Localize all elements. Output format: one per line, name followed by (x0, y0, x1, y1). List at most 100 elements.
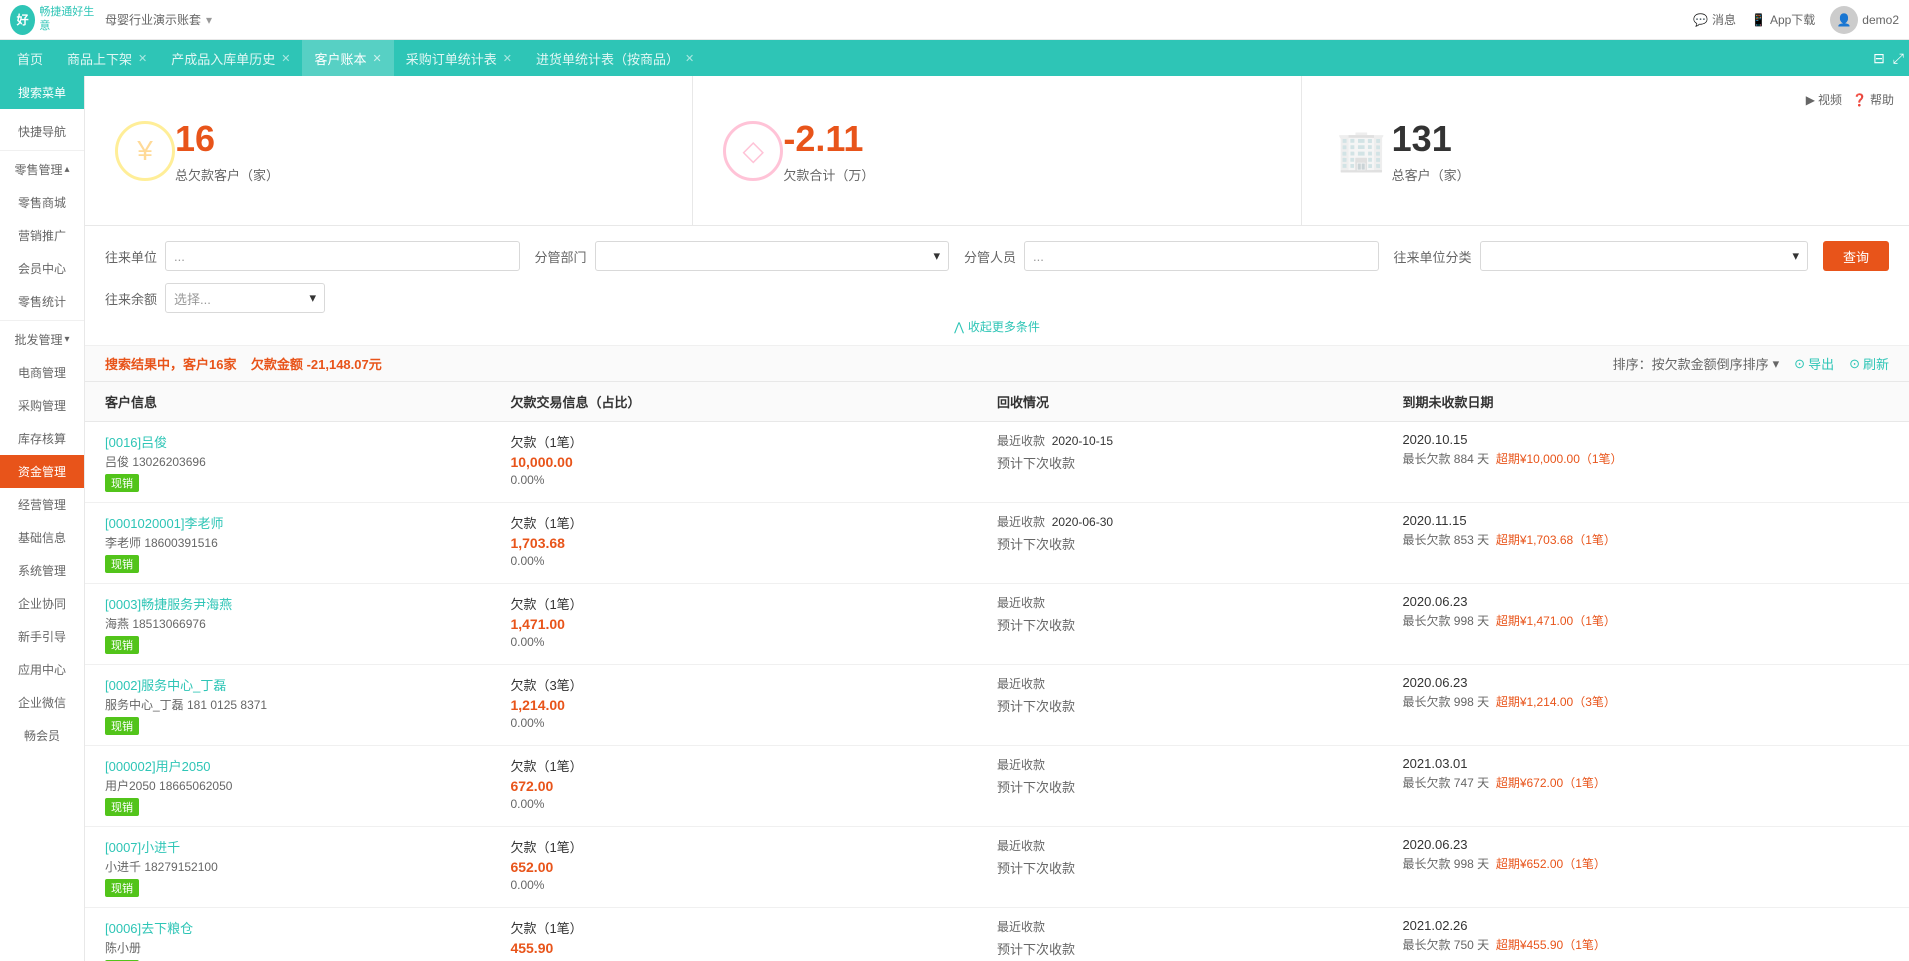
stat-card-total-customers: 🏢 131 总客户（家） ▶ 视频 ❓ 帮助 (1302, 76, 1909, 225)
date-col-6: 2021.02.26 最长欠款 750 天 超期¥455.90（1笔） (1402, 918, 1889, 953)
customer-name-3[interactable]: [0002]服务中心_丁磊 (105, 675, 510, 694)
sidebar-item-app-center[interactable]: 应用中心 (0, 653, 84, 686)
filter-balance: 往来余额 选择... (105, 283, 325, 313)
sidebar-item-retail-mgmt[interactable]: 零售管理 ▴ (0, 153, 84, 186)
tab-close-customer-account[interactable]: ✕ (373, 52, 382, 65)
debt-count-0: 欠款（1笔） (510, 432, 997, 451)
search-button[interactable]: 查询 (1823, 241, 1889, 271)
filter-dept-select[interactable] (595, 241, 949, 271)
overdue-link-5[interactable]: 超期¥652.00（1笔） (1496, 857, 1606, 871)
sidebar-item-finance[interactable]: 资金管理 (0, 455, 84, 488)
sidebar-item-batch-mgmt[interactable]: 批发管理 ▾ (0, 323, 84, 356)
sidebar-item-enterprise-wechat[interactable]: 企业微信 (0, 686, 84, 719)
overdue-link-0[interactable]: 超期¥10,000.00（1笔） (1496, 452, 1623, 466)
debt-col-3: 欠款（3笔） 1,214.00 0.00% (510, 675, 997, 730)
customer-info-1: 李老师 18600391516 (105, 534, 510, 551)
export-button[interactable]: ⊙ 导出 (1794, 354, 1834, 373)
table-row-1: [0001020001]李老师 李老师 18600391516 现销 欠款（1笔… (85, 503, 1909, 583)
customer-name-6[interactable]: [0006]去下粮仓 (105, 918, 510, 937)
overdue-link-3[interactable]: 超期¥1,214.00（3笔） (1496, 695, 1616, 709)
sidebar-item-newbie-guide[interactable]: 新手引导 (0, 620, 84, 653)
stat-icon-amount: ◇ (723, 121, 783, 181)
overdue-link-4[interactable]: 超期¥672.00（1笔） (1496, 776, 1606, 790)
sidebar-item-purchase-mgmt[interactable]: 采购管理 (0, 389, 84, 422)
collapse-button[interactable]: ⋀ 收起更多条件 (954, 318, 1040, 335)
tab-goods-stats[interactable]: 进货单统计表（按商品） ✕ (524, 40, 706, 76)
due-date-0: 2020.10.15 (1402, 432, 1889, 447)
filter-person-input[interactable]: ... (1024, 241, 1378, 271)
sidebar-item-system-mgmt[interactable]: 系统管理 (0, 554, 84, 587)
tab-close-product-shelf[interactable]: ✕ (138, 52, 147, 65)
customer-name-0[interactable]: [0016]吕俊 (105, 432, 510, 451)
tab-close-produce-history[interactable]: ✕ (281, 52, 290, 65)
unit-category-chevron-icon (1792, 248, 1799, 264)
customer-tag-2: 现销 (105, 636, 139, 654)
overdue-link-2[interactable]: 超期¥1,471.00（1笔） (1496, 614, 1616, 628)
collection-col-4: 最近收款 预计下次收款 (997, 756, 1402, 796)
overdue-link-1[interactable]: 超期¥1,703.68（1笔） (1496, 533, 1616, 547)
table-row-5: [0007]小进千 小进千 18279152100 现销 欠款（1笔） 652.… (85, 827, 1909, 907)
sidebar-item-retail-stats[interactable]: 零售统计 (0, 285, 84, 318)
sidebar-item-ecommerce[interactable]: 电商管理 (0, 356, 84, 389)
tab-product-shelf[interactable]: 商品上下架 ✕ (55, 40, 159, 76)
help-btn[interactable]: ❓ 帮助 (1852, 91, 1894, 108)
sidebar-item-inventory[interactable]: 库存核算 (0, 422, 84, 455)
sidebar-item-basic-info[interactable]: 基础信息 (0, 521, 84, 554)
sidebar-nav: 快捷导航 零售管理 ▴ 零售商城 营销推广 会员中心 零售统计 批发管理 ▾ (0, 109, 84, 758)
filter-balance-select[interactable]: 选择... (165, 283, 325, 313)
stat-label-debt-customers: 总欠款客户（家） (175, 165, 279, 184)
tab-close-goods-stats[interactable]: ✕ (685, 52, 694, 65)
customer-tag-1: 现销 (105, 555, 139, 573)
tab-purchase-stats[interactable]: 采购订单统计表 ✕ (394, 40, 524, 76)
due-date-5: 2020.06.23 (1402, 837, 1889, 852)
sidebar-search[interactable]: 搜索菜单 (0, 76, 84, 109)
tab-home[interactable]: 首页 (5, 40, 55, 76)
messages-btn[interactable]: 💬 消息 (1693, 11, 1736, 28)
overdue-link-6[interactable]: 超期¥455.90（1笔） (1496, 938, 1606, 952)
customer-tag-3: 现销 (105, 717, 139, 735)
customer-name-1[interactable]: [0001020001]李老师 (105, 513, 510, 532)
customer-tag-4: 现销 (105, 798, 139, 816)
debt-count-4: 欠款（1笔） (510, 756, 997, 775)
debt-amount-5: 652.00 (510, 859, 997, 875)
view-video-btn[interactable]: ▶ 视频 (1806, 91, 1842, 108)
tab-produce-history[interactable]: 产成品入库单历史 ✕ (159, 40, 302, 76)
collection-col-1: 最近收款 2020-06-30 预计下次收款 (997, 513, 1402, 553)
filter-unit-category: 往来单位分类 (1394, 241, 1809, 271)
stat-card-debt-amount: ◇ -2.11 欠款合计（万） (693, 76, 1301, 225)
filter-source-unit-input[interactable]: ... (165, 241, 519, 271)
tab-customer-account[interactable]: 客户账本 ✕ (302, 40, 393, 76)
top-bar-right: 💬 消息 📱 App下载 👤 demo2 (1693, 6, 1899, 34)
date-col-1: 2020.11.15 最长欠款 853 天 超期¥1,703.68（1笔） (1402, 513, 1889, 548)
filter-person-label: 分管人员 (964, 247, 1016, 266)
debt-ratio-5: 0.00% (510, 878, 997, 892)
sidebar-item-enterprise-collab[interactable]: 企业协同 (0, 587, 84, 620)
sidebar-item-quick-nav[interactable]: 快捷导航 (0, 115, 84, 148)
filter-source-unit: 往来单位 ... (105, 241, 520, 271)
customer-name-2[interactable]: [0003]畅捷服务尹海燕 (105, 594, 510, 613)
customer-name-5[interactable]: [0007]小进千 (105, 837, 510, 856)
refresh-button[interactable]: ⊙ 刷新 (1849, 354, 1889, 373)
user-menu[interactable]: 👤 demo2 (1830, 6, 1899, 34)
stat-content-total-customers: 131 总客户（家） (1392, 118, 1470, 184)
debt-ratio-0: 0.00% (510, 473, 997, 487)
tab-expand[interactable]: ⤢ (1893, 50, 1904, 67)
stat-card-actions: ▶ 视频 ❓ 帮助 (1806, 91, 1894, 108)
customer-col-5: [0007]小进千 小进千 18279152100 现销 (105, 837, 510, 897)
filter-unit-category-select[interactable] (1480, 241, 1808, 271)
table-row-3: [0002]服务中心_丁磊 服务中心_丁磊 181 0125 8371 现销 欠… (85, 665, 1909, 745)
tab-close-purchase-stats[interactable]: ✕ (503, 52, 512, 65)
customer-name-4[interactable]: [000002]用户2050 (105, 756, 510, 775)
debt-count-6: 欠款（1笔） (510, 918, 997, 937)
debt-ratio-4: 0.00% (510, 797, 997, 811)
overdue-info-1: 最长欠款 853 天 超期¥1,703.68（1笔） (1402, 531, 1889, 548)
sidebar-item-member-center[interactable]: 会员中心 (0, 252, 84, 285)
sort-select[interactable]: 排序：按欠款金额倒序排序 (1613, 354, 1780, 373)
sidebar-item-retail-store[interactable]: 零售商城 (0, 186, 84, 219)
table-row-wrapper-5: [0007]小进千 小进千 18279152100 现销 欠款（1笔） 652.… (85, 827, 1909, 908)
sidebar-item-ops-mgmt[interactable]: 经营管理 (0, 488, 84, 521)
tab-minimize[interactable]: ⊟ (1873, 50, 1885, 67)
app-download-btn[interactable]: 📱 App下载 (1751, 11, 1815, 28)
sidebar-item-marketing[interactable]: 营销推广 (0, 219, 84, 252)
sidebar-item-member-plus[interactable]: 畅会员 (0, 719, 84, 752)
